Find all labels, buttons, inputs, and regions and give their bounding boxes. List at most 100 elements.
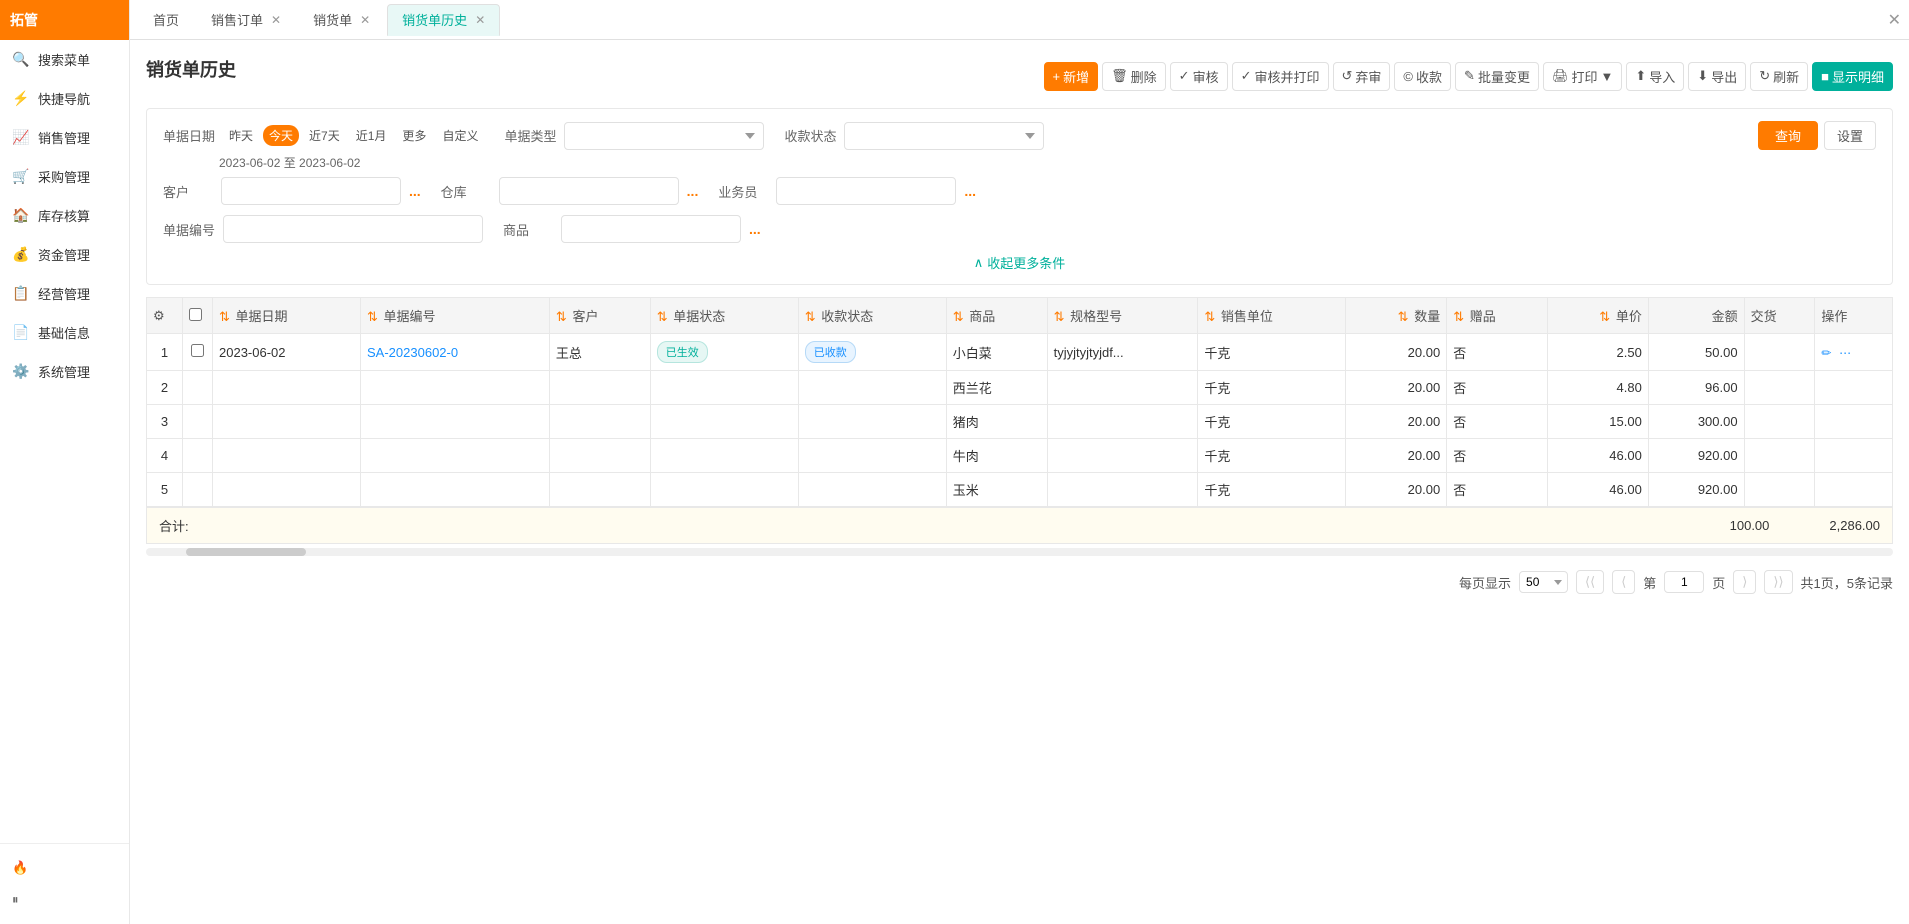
- horizontal-scrollbar[interactable]: [146, 548, 1893, 556]
- staff-input[interactable]: [776, 177, 956, 205]
- pause-icon: ⏸: [12, 892, 19, 908]
- table-row: 2 西兰花 千克 20.00 否 4.80 96.00: [147, 371, 1893, 405]
- filter-group-doc-type: 单据类型: [504, 122, 764, 150]
- new-button[interactable]: + 新增: [1044, 62, 1099, 91]
- col-qty[interactable]: ⇅ 数量: [1346, 298, 1447, 334]
- refresh-button[interactable]: ↻ 刷新: [1750, 62, 1808, 91]
- col-unit[interactable]: ⇅ 销售单位: [1198, 298, 1346, 334]
- doc-no-input[interactable]: [223, 215, 483, 243]
- inventory-icon: 🏠: [12, 207, 30, 224]
- more-btn[interactable]: ⋯: [1839, 346, 1851, 360]
- show-detail-button[interactable]: ■ 显示明细: [1812, 62, 1893, 91]
- cell-doc-no: [361, 439, 550, 473]
- col-customer[interactable]: ⇅ 客户: [549, 298, 650, 334]
- filter-group-goods: 商品 ...: [503, 215, 761, 243]
- filter-group-warehouse: 仓库 ...: [441, 177, 699, 205]
- tab-sales-order-close[interactable]: ✕: [271, 13, 281, 27]
- date-btn-last7days[interactable]: 近7天: [303, 125, 346, 146]
- date-btn-last1month[interactable]: 近1月: [350, 125, 393, 146]
- per-page-select[interactable]: 50 20 100: [1519, 571, 1568, 593]
- col-doc-no[interactable]: ⇅ 单据编号: [361, 298, 550, 334]
- goods-dots-btn[interactable]: ...: [749, 221, 761, 237]
- cell-action: [1815, 405, 1893, 439]
- tab-sales-goods-close[interactable]: ✕: [360, 13, 370, 27]
- sidebar-item-inventory-calc[interactable]: 🏠 库存核算: [0, 196, 129, 235]
- tab-sales-goods[interactable]: 销货单 ✕: [298, 4, 385, 36]
- next-page-btn[interactable]: ⟩: [1733, 570, 1756, 594]
- audit-button[interactable]: ✓ 审核: [1170, 62, 1228, 91]
- col-doc-date[interactable]: ⇅ 单据日期: [213, 298, 361, 334]
- col-pay-status[interactable]: ⇅ 收款状态: [798, 298, 946, 334]
- date-btn-custom[interactable]: 自定义: [436, 125, 484, 146]
- warehouse-input[interactable]: [499, 177, 679, 205]
- doc-type-select[interactable]: [564, 122, 764, 150]
- date-btn-more[interactable]: 更多: [396, 125, 432, 146]
- tab-sales-goods-label: 销货单: [313, 10, 352, 29]
- cell-goods: 玉米: [946, 473, 1047, 507]
- col-goods[interactable]: ⇅ 商品: [946, 298, 1047, 334]
- sidebar-bottom-item-2[interactable]: ⏸: [0, 884, 129, 916]
- select-all-checkbox[interactable]: [189, 308, 202, 321]
- col-unit-price[interactable]: ⇅ 单价: [1548, 298, 1649, 334]
- payment-status-select[interactable]: [844, 122, 1044, 150]
- sidebar-item-search-menu[interactable]: 🔍 搜索菜单: [0, 40, 129, 79]
- tab-sales-order[interactable]: 销售订单 ✕: [196, 4, 296, 36]
- col-gift[interactable]: ⇅ 赠品: [1447, 298, 1548, 334]
- filter-row-date-range: 2023-06-02 至 2023-06-02: [163, 154, 1876, 171]
- customer-input[interactable]: [221, 177, 401, 205]
- sidebar-item-finance-mgmt[interactable]: 💰 资金管理: [0, 235, 129, 274]
- warehouse-dots-btn[interactable]: ...: [687, 183, 699, 199]
- last-page-btn[interactable]: ⟩⟩: [1764, 570, 1792, 594]
- tab-home[interactable]: 首页: [138, 4, 194, 36]
- date-btn-today[interactable]: 今天: [263, 125, 299, 146]
- system-mgmt-icon: ⚙️: [12, 363, 30, 380]
- collect-button[interactable]: © 收款: [1394, 62, 1451, 91]
- sidebar-bottom-item-1[interactable]: 🔥: [0, 852, 129, 884]
- batch-change-icon: ✎: [1464, 68, 1475, 84]
- date-shortcuts: 昨天 今天 近7天 近1月 更多 自定义: [223, 125, 484, 146]
- import-button[interactable]: ⬆ 导入: [1626, 62, 1684, 91]
- first-page-btn[interactable]: ⟨⟨: [1576, 570, 1604, 594]
- goods-input[interactable]: [561, 215, 741, 243]
- prev-page-btn[interactable]: ⟨: [1612, 570, 1635, 594]
- sidebar-item-system-mgmt[interactable]: ⚙️ 系统管理: [0, 352, 129, 391]
- table-row: 4 牛肉 千克 20.00 否 46.00 920.00: [147, 439, 1893, 473]
- cell-doc-no[interactable]: SA-20230602-0: [361, 334, 550, 371]
- query-button[interactable]: 查询: [1758, 121, 1818, 150]
- tab-sales-history[interactable]: 销货单历史 ✕: [387, 4, 500, 36]
- collapse-button[interactable]: ∧ 收起更多条件: [163, 253, 1876, 272]
- sidebar-item-basic-info[interactable]: 📄 基础信息: [0, 313, 129, 352]
- col-doc-status[interactable]: ⇅ 单据状态: [650, 298, 798, 334]
- col-action: 操作: [1815, 298, 1893, 334]
- customer-dots-btn[interactable]: ...: [409, 183, 421, 199]
- date-btn-yesterday[interactable]: 昨天: [223, 125, 259, 146]
- page-number-input[interactable]: [1664, 571, 1704, 593]
- tab-sales-history-close[interactable]: ✕: [475, 13, 485, 27]
- scrollbar-thumb[interactable]: [186, 548, 306, 556]
- window-close-icon[interactable]: ✕: [1888, 10, 1901, 30]
- sidebar-item-purchase-mgmt[interactable]: 🛒 采购管理: [0, 157, 129, 196]
- cell-qty: 20.00: [1346, 334, 1447, 371]
- edit-btn[interactable]: ✏: [1821, 346, 1831, 360]
- staff-dots-btn[interactable]: ...: [964, 183, 976, 199]
- export-button[interactable]: ⬇ 导出: [1688, 62, 1746, 91]
- row-checkbox[interactable]: [191, 344, 204, 357]
- col-settings[interactable]: ⚙: [147, 298, 183, 334]
- delete-button[interactable]: 🗑 删除: [1102, 62, 1166, 91]
- gear-icon[interactable]: ⚙: [153, 308, 165, 323]
- settings-button[interactable]: 设置: [1824, 121, 1876, 150]
- sidebar-item-operation-mgmt[interactable]: 📋 经营管理: [0, 274, 129, 313]
- filter-row-1: 单据日期 昨天 今天 近7天 近1月 更多 自定义 单据类型 收款状态: [163, 121, 1876, 150]
- col-spec[interactable]: ⇅ 规格型号: [1047, 298, 1198, 334]
- discard-button[interactable]: ↺ 弃审: [1333, 62, 1391, 91]
- batch-change-button[interactable]: ✎ 批量变更: [1455, 62, 1539, 91]
- sidebar-item-sales-mgmt[interactable]: 📈 销售管理: [0, 118, 129, 157]
- audit-print-button[interactable]: ✓ 审核并打印: [1232, 62, 1329, 91]
- status-badge: 已生效: [657, 341, 708, 363]
- cell-spec: [1047, 439, 1198, 473]
- table-footer: 合计: 100.00 2,286.00: [146, 507, 1893, 544]
- cell-spec: tyjyjtyjtyjdf...: [1047, 334, 1198, 371]
- print-button[interactable]: 🖨 打印 ▼: [1543, 62, 1622, 91]
- purchase-icon: 🛒: [12, 168, 30, 185]
- sidebar-item-quick-nav[interactable]: ⚡ 快捷导航: [0, 79, 129, 118]
